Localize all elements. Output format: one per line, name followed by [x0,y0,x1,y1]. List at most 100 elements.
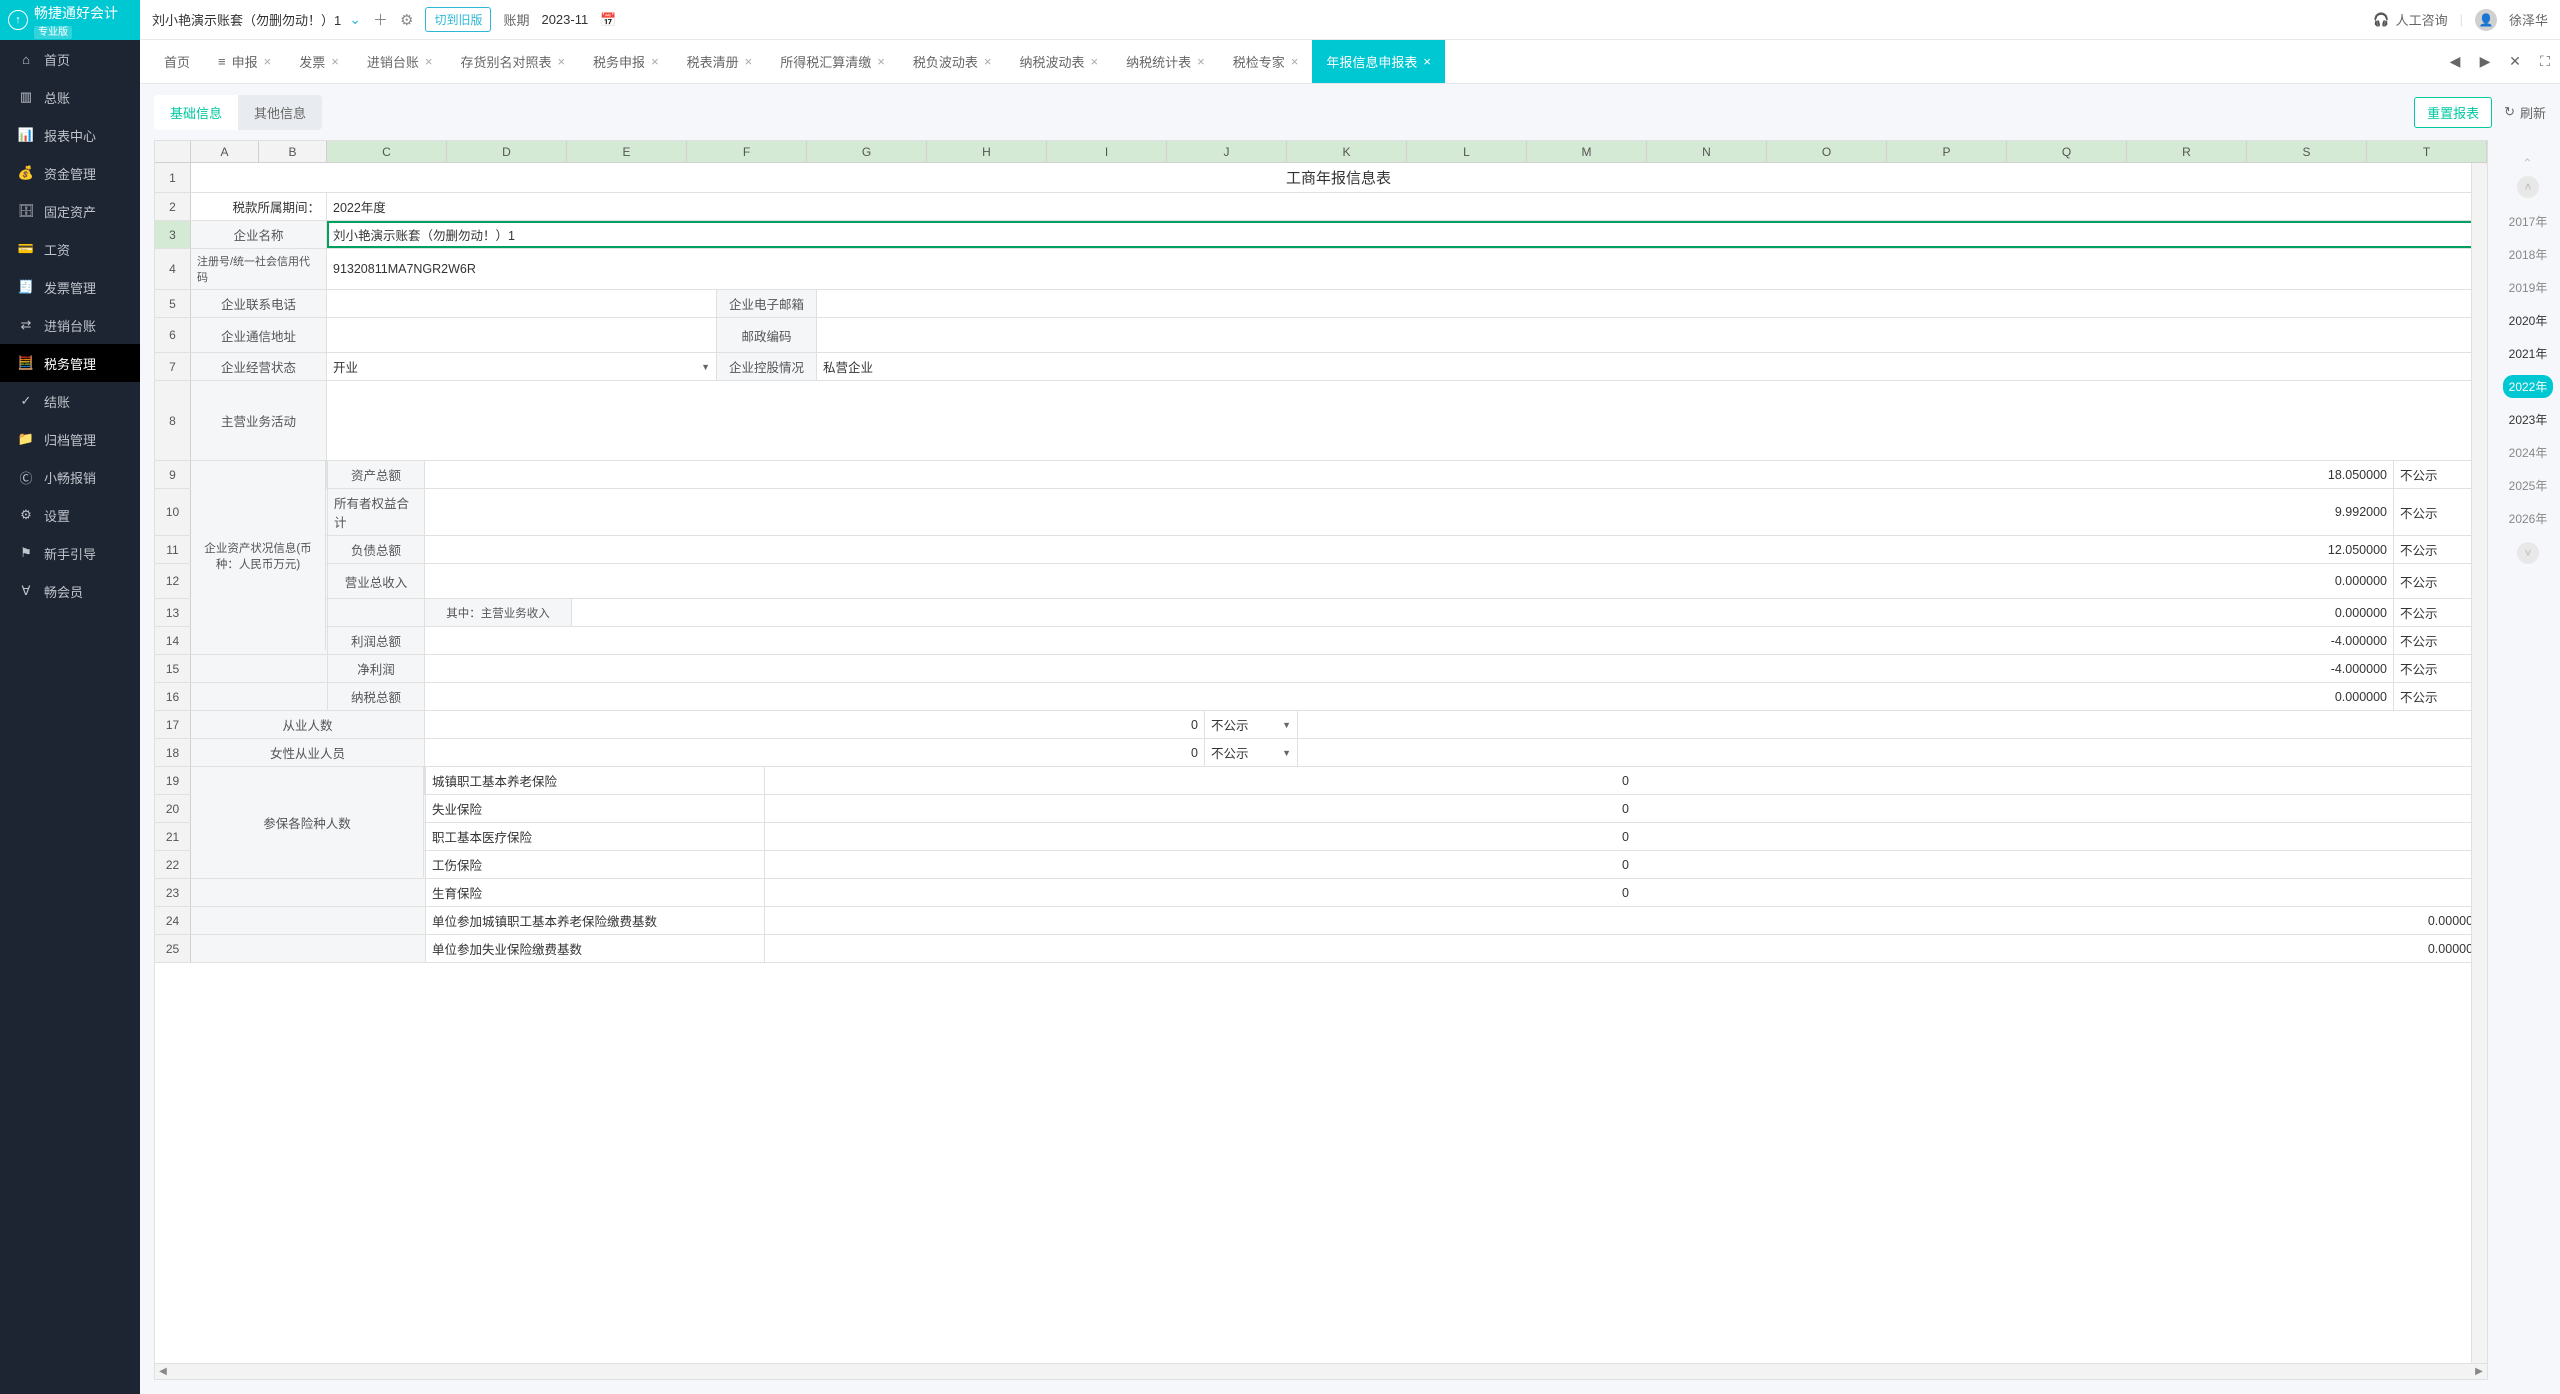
close-icon[interactable]: × [984,54,992,69]
year-pill[interactable]: 2017年 [2503,210,2554,233]
asset-value[interactable]: 0.000000 [572,599,2394,626]
nav-item-report[interactable]: 📊报表中心 [0,116,140,154]
column-header[interactable]: T [2367,141,2487,162]
insurance-value[interactable]: 0 [765,823,2487,850]
tab[interactable]: 纳税波动表× [1005,40,1112,83]
nav-item-settings[interactable]: ⚙设置 [0,496,140,534]
tab-prev-icon[interactable]: ◀ [2440,40,2470,84]
column-header[interactable]: N [1647,141,1767,162]
zip-value[interactable] [817,318,2487,352]
tab[interactable]: 进销台账× [353,40,447,83]
year-pill[interactable]: 2022年 [2503,375,2554,398]
row-header[interactable]: 12 [155,564,191,598]
nav-item-funds[interactable]: 💰资金管理 [0,154,140,192]
tab[interactable]: 年报信息申报表× [1312,40,1445,83]
account-selector[interactable]: 刘小艳演示账套（勿删勿动！）1 ⌄ [152,10,361,29]
tab[interactable]: 税检专家× [1219,40,1313,83]
subtab[interactable]: 基础信息 [154,95,238,130]
nav-item-salary[interactable]: 💳工资 [0,230,140,268]
tab[interactable]: ≡申报× [204,40,285,83]
row-header[interactable]: 13 [155,599,191,626]
tab[interactable]: 存货别名对照表× [446,40,579,83]
column-header[interactable]: C [327,141,447,162]
column-header[interactable]: R [2127,141,2247,162]
year-pill[interactable]: 2020年 [2503,309,2554,332]
column-header[interactable]: G [807,141,927,162]
row-header[interactable]: 9 [155,461,191,488]
column-header[interactable]: E [567,141,687,162]
nav-item-guide[interactable]: ⚑新手引导 [0,534,140,572]
row-header[interactable]: 11 [155,536,191,563]
subtab[interactable]: 其他信息 [238,95,322,130]
row-header[interactable]: 23 [155,879,191,906]
column-header[interactable]: S [2247,141,2367,162]
address-value[interactable] [327,318,717,352]
year-pill[interactable]: 2018年 [2503,243,2554,266]
nav-item-xiaochang[interactable]: Ⓒ小畅报销 [0,458,140,496]
close-icon[interactable]: × [1423,54,1431,69]
nav-item-vip[interactable]: ∀畅会员 [0,572,140,610]
column-header[interactable]: M [1527,141,1647,162]
select-all-corner[interactable] [155,141,191,162]
year-pill[interactable]: 2024年 [2503,441,2554,464]
year-pill[interactable]: 2023年 [2503,408,2554,431]
reset-report-button[interactable]: 重置报表 [2414,97,2492,128]
phone-value[interactable] [327,290,717,317]
tab-close-all-icon[interactable]: ✕ [2500,40,2530,84]
year-pill[interactable]: 2026年 [2503,507,2554,530]
row-header[interactable]: 17 [155,711,191,738]
tab[interactable]: 发票× [285,40,353,83]
tab[interactable]: 首页 [150,40,204,83]
close-icon[interactable]: × [1091,54,1099,69]
old-version-button[interactable]: 切到旧版 [425,7,491,32]
employee-count-value[interactable]: 0 [425,711,1205,738]
tab[interactable]: 所得税汇算清缴× [766,40,899,83]
close-icon[interactable]: × [745,54,753,69]
close-icon[interactable]: × [1197,54,1205,69]
add-icon[interactable]: ＋ [373,9,388,30]
nav-item-invoice[interactable]: 🧾发票管理 [0,268,140,306]
scroll-left-icon[interactable]: ◀ [155,1366,171,1377]
column-header[interactable]: H [927,141,1047,162]
tab[interactable]: 纳税统计表× [1112,40,1219,83]
row-header[interactable]: 22 [155,851,191,878]
publicity-dropdown[interactable]: 不公示 [1205,739,1298,766]
fullscreen-icon[interactable]: ⛶ [2530,40,2560,84]
insurance-value[interactable]: 0 [765,795,2487,822]
year-down-icon[interactable]: ˅ [2517,542,2539,564]
sheet-body[interactable]: 1 工商年报信息表 2 税款所属期间： 2022年度 3 企业名称 刘小艳演示账… [155,163,2487,1363]
column-header[interactable]: I [1047,141,1167,162]
row-header[interactable]: 20 [155,795,191,822]
nav-item-ledger[interactable]: ▥总账 [0,78,140,116]
insurance-value[interactable]: 0 [765,767,2487,794]
column-header[interactable]: Q [2007,141,2127,162]
asset-value[interactable]: 0.000000 [425,564,2394,598]
row-header[interactable]: 18 [155,739,191,766]
reg-code-value[interactable]: 91320811MA7NGR2W6R [327,249,2487,289]
close-icon[interactable]: × [264,54,272,69]
column-header[interactable]: P [1887,141,2007,162]
close-icon[interactable]: × [557,54,565,69]
holding-dropdown[interactable]: 私营企业 [817,353,2487,380]
row-header[interactable]: 1 [155,163,191,192]
asset-value[interactable]: 18.050000 [425,461,2394,488]
close-icon[interactable]: × [651,54,659,69]
company-name-cell[interactable]: 刘小艳演示账套（勿删勿动！）1 [327,221,2487,248]
year-pill[interactable]: 2025年 [2503,474,2554,497]
scroll-right-icon[interactable]: ▶ [2471,1366,2487,1377]
row-header[interactable]: 10 [155,489,191,535]
asset-value[interactable]: 0.000000 [425,683,2394,710]
row-header[interactable]: 25 [155,935,191,962]
column-header[interactable]: F [687,141,807,162]
gear-icon[interactable]: ⚙ [400,11,413,29]
year-pill[interactable]: 2019年 [2503,276,2554,299]
female-employee-value[interactable]: 0 [425,739,1205,766]
asset-value[interactable]: -4.000000 [425,655,2394,682]
tab[interactable]: 税表清册× [673,40,767,83]
close-icon[interactable]: × [1291,54,1299,69]
nav-item-tax[interactable]: 🧮税务管理 [0,344,140,382]
biz-status-dropdown[interactable]: 开业 [327,353,717,380]
consult-button[interactable]: 🎧 人工咨询 [2373,10,2447,29]
nav-item-psi[interactable]: ⇄进销台账 [0,306,140,344]
column-header[interactable]: D [447,141,567,162]
